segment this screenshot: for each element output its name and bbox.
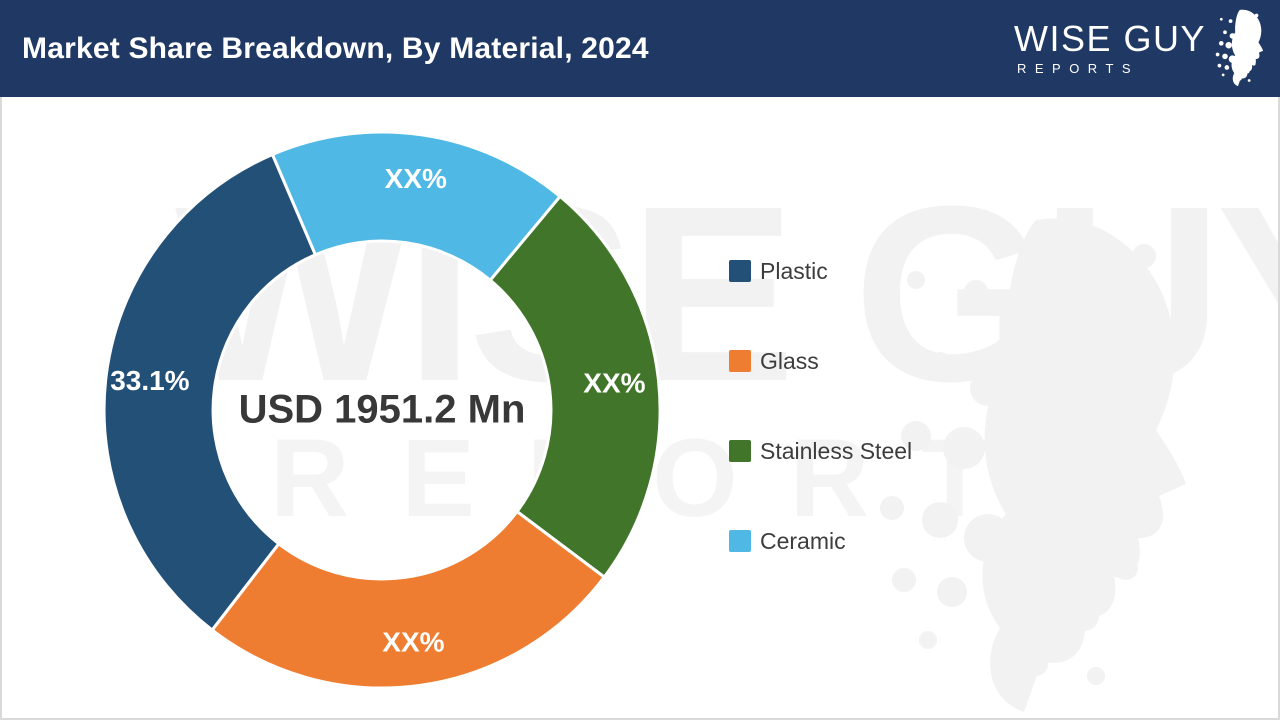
donut-chart: 33.1% XX% XX% XX% (102, 130, 662, 690)
legend-swatch-stainless-steel (729, 440, 751, 462)
legend-label-stainless-steel: Stainless Steel (760, 437, 913, 464)
legend-label-ceramic: Ceramic (760, 527, 846, 554)
legend-swatch-ceramic (729, 530, 751, 552)
slice-label-ceramic: XX% (385, 163, 447, 194)
logo-subtext: REPORTS (1016, 60, 1140, 76)
page-title: Market Share Breakdown, By Material, 202… (22, 31, 649, 65)
slice-label-glass: XX% (382, 626, 444, 657)
logo: WISE GUY REPORTS (1014, 8, 1264, 88)
slice-label-stainless-steel: XX% (583, 367, 645, 398)
slice-label-plastic: 33.1% (110, 365, 189, 396)
logo-face-icon (1215, 9, 1264, 87)
legend-item-stainless-steel: Stainless Steel (729, 435, 912, 467)
legend-swatch-glass (729, 350, 751, 372)
legend-item-plastic: Plastic (729, 255, 912, 287)
legend-item-glass: Glass (729, 345, 912, 377)
logo-wordmark-block: WISE GUY REPORTS (1014, 20, 1206, 76)
chart-legend: Plastic Glass Stainless Steel Ceramic (729, 255, 912, 615)
chart-center-value: USD 1951.2 Mn (238, 387, 526, 432)
legend-label-plastic: Plastic (760, 257, 828, 284)
logo-wordmark: WISE GUY (1013, 18, 1206, 60)
legend-swatch-plastic (729, 260, 751, 282)
legend-item-ceramic: Ceramic (729, 525, 912, 557)
header: Market Share Breakdown, By Material, 202… (0, 0, 1280, 97)
legend-label-glass: Glass (760, 347, 819, 374)
